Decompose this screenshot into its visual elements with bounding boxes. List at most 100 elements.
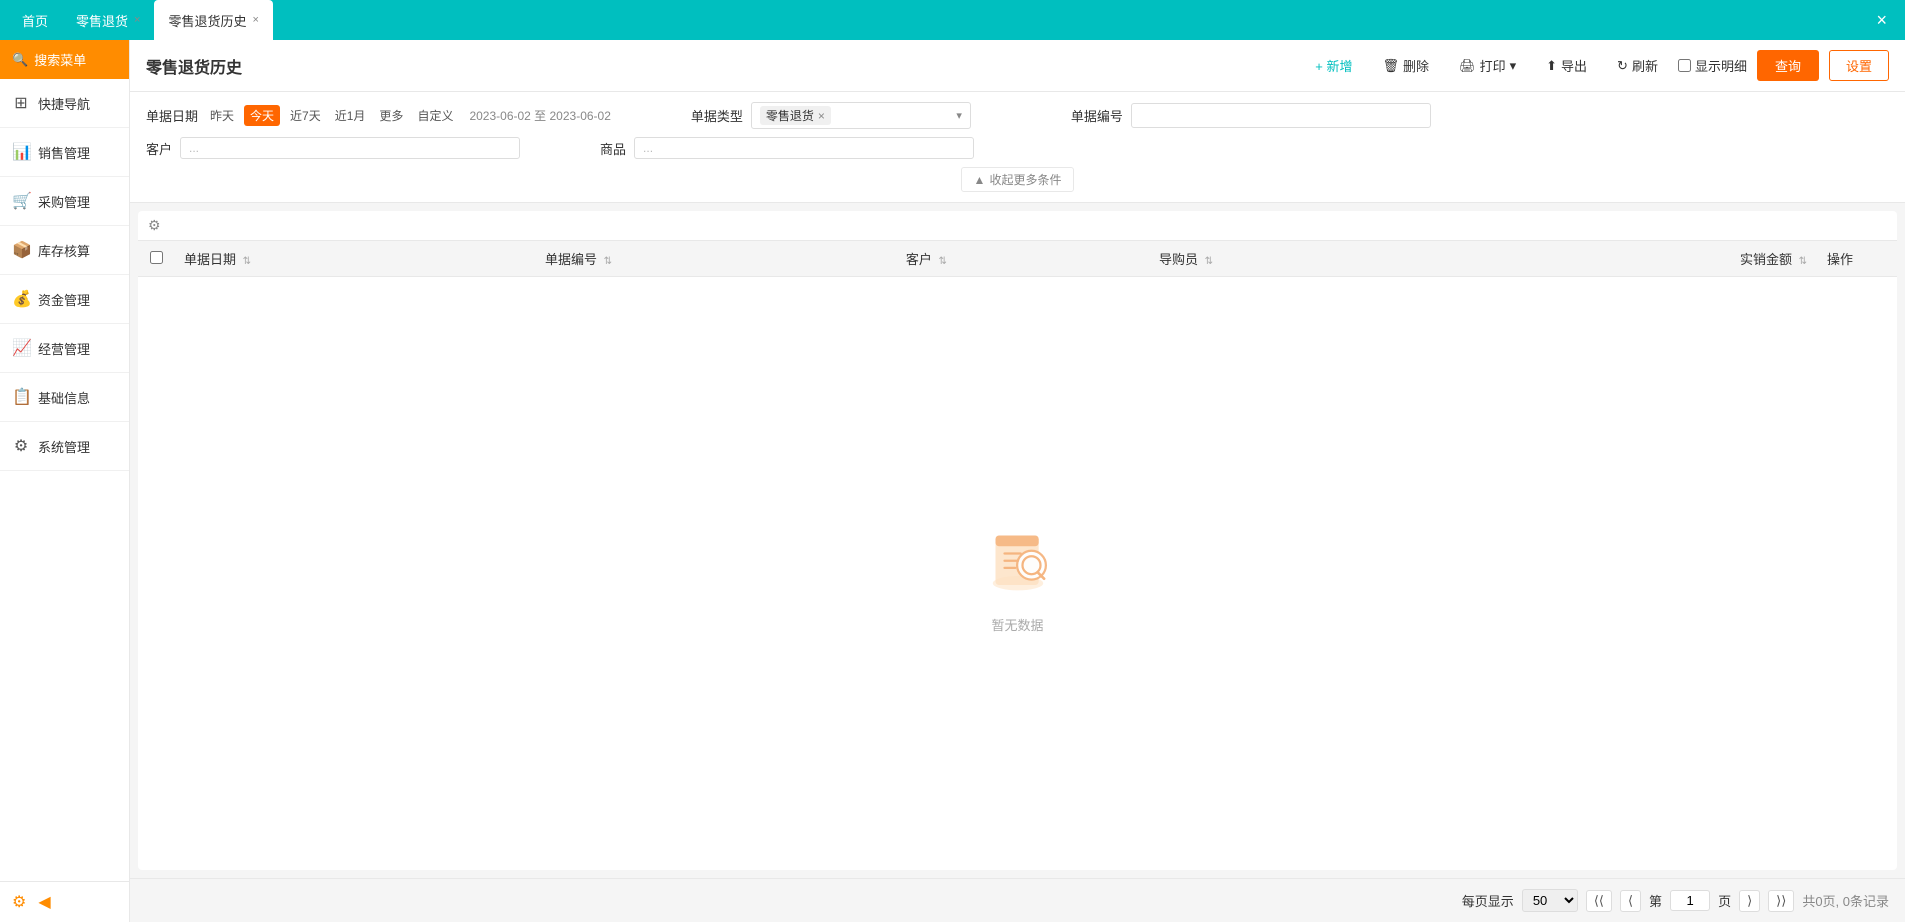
- quick-nav-icon: ⊞: [12, 93, 30, 113]
- type-filter-item: 单据类型 零售退货 × ▾: [691, 102, 971, 129]
- goods-filter-item: 商品 ...: [600, 137, 974, 159]
- collapse-icon: ▲: [974, 173, 986, 187]
- type-filter-label: 单据类型: [691, 106, 743, 125]
- sidebar-item-system[interactable]: ⚙ 系统管理: [0, 422, 129, 471]
- no-filter-input[interactable]: [1131, 103, 1431, 128]
- data-table: 单据日期 ⇅ 单据编号 ⇅ 客户 ⇅: [138, 241, 1897, 277]
- top-bar: 首页零售退货 × 零售退货历史 × ×: [0, 0, 1905, 40]
- show-detail-checkbox-label[interactable]: 显示明细: [1678, 56, 1747, 75]
- no-sort-icon[interactable]: ⇅: [604, 256, 612, 267]
- date-sort-icon[interactable]: ⇅: [243, 256, 251, 267]
- last-page-button[interactable]: ⟩⟩: [1768, 890, 1794, 912]
- delete-button[interactable]: 🗑 删除: [1373, 52, 1440, 79]
- date-option-yesterday[interactable]: 昨天: [206, 105, 238, 126]
- tab-close-return[interactable]: ×: [134, 14, 140, 26]
- sidebar-label-purchase: 采购管理: [38, 192, 90, 211]
- sales-icon: 📊: [12, 142, 30, 162]
- customer-sort-icon[interactable]: ⇅: [939, 256, 947, 267]
- customer-filter-select[interactable]: ...: [180, 137, 520, 159]
- sidebar-item-purchase[interactable]: 🛒 采购管理: [0, 177, 129, 226]
- sidebar-label-operation: 经营管理: [38, 339, 90, 358]
- show-detail-label: 显示明细: [1695, 56, 1747, 75]
- basic-icon: 📋: [12, 387, 30, 407]
- export-button[interactable]: ⬆ 导出: [1536, 52, 1597, 79]
- page-number-input[interactable]: [1670, 890, 1710, 911]
- sidebar-label-system: 系统管理: [38, 437, 90, 456]
- goods-filter-select[interactable]: ...: [634, 137, 974, 159]
- first-page-button[interactable]: ⟨⟨: [1586, 890, 1612, 912]
- date-option-last7[interactable]: 近7天: [286, 105, 325, 126]
- th-date: 单据日期 ⇅: [174, 241, 535, 277]
- tab-close-return-history[interactable]: ×: [252, 14, 258, 26]
- print-button[interactable]: 🖨 打印 ▾: [1449, 52, 1526, 79]
- sidebar-item-quick-nav[interactable]: ⊞ 快捷导航: [0, 79, 129, 128]
- collapse-button[interactable]: ▲ 收起更多条件: [961, 167, 1075, 192]
- type-filter-select[interactable]: 零售退货 × ▾: [751, 102, 971, 129]
- collapse-row: ▲ 收起更多条件: [146, 167, 1889, 192]
- th-amount: 实销金额 ⇅: [1456, 241, 1817, 277]
- date-filter-item: 单据日期 昨天 今天 近7天 近1月 更多 自定义 2023-06-02 至 2…: [146, 105, 611, 126]
- show-detail-checkbox[interactable]: [1678, 59, 1691, 72]
- sidebar-item-sales[interactable]: 📊 销售管理: [0, 128, 129, 177]
- toolbar: + 新增 🗑 删除 🖨 打印 ▾ ⬆ 导出 ↻ 刷新: [1305, 50, 1889, 81]
- date-option-today[interactable]: 今天: [244, 105, 280, 126]
- sidebar-search[interactable]: 🔍 搜索菜单: [0, 40, 129, 79]
- inventory-icon: 📦: [12, 240, 30, 260]
- page-text: 第: [1649, 891, 1662, 910]
- date-range-display: 2023-06-02 至 2023-06-02: [469, 107, 610, 124]
- finance-icon: 💰: [12, 289, 30, 309]
- print-dropdown-icon: ▾: [1510, 58, 1517, 74]
- date-filter-label: 单据日期: [146, 106, 198, 125]
- content-area: 零售退货历史 + 新增 🗑 删除 🖨 打印 ▾ ⬆ 导出 ↻: [130, 40, 1905, 922]
- collapse-label: 收起更多条件: [989, 171, 1061, 188]
- date-option-custom[interactable]: 自定义: [413, 105, 457, 126]
- table-settings-icon[interactable]: ⚙: [148, 217, 161, 234]
- tab-return[interactable]: 零售退货 ×: [62, 0, 154, 40]
- select-all-checkbox[interactable]: [150, 251, 163, 264]
- empty-state: 暂无数据: [138, 277, 1897, 870]
- operation-icon: 📈: [12, 338, 30, 358]
- page-label: 页: [1718, 891, 1731, 910]
- tab-return-history[interactable]: 零售退货历史 ×: [154, 0, 272, 40]
- tab-list: 首页零售退货 × 零售退货历史 ×: [8, 0, 1866, 40]
- goods-filter-label: 商品: [600, 139, 626, 158]
- date-filter-options: 昨天 今天 近7天 近1月 更多 自定义: [206, 105, 457, 126]
- table-area: ⚙ 单据日期 ⇅: [138, 211, 1897, 870]
- sidebar-item-basic[interactable]: 📋 基础信息: [0, 373, 129, 422]
- th-checkbox: [138, 241, 174, 277]
- amount-sort-icon[interactable]: ⇅: [1799, 256, 1807, 267]
- sidebar-item-operation[interactable]: 📈 经营管理: [0, 324, 129, 373]
- system-icon: ⚙: [12, 436, 30, 456]
- tab-label: 零售退货: [76, 11, 128, 30]
- guide-sort-icon[interactable]: ⇅: [1205, 256, 1213, 267]
- sidebar-item-finance[interactable]: 💰 资金管理: [0, 275, 129, 324]
- next-page-button[interactable]: ⟩: [1739, 890, 1760, 912]
- sidebar-label-sales: 销售管理: [38, 143, 90, 162]
- sidebar-label-basic: 基础信息: [38, 388, 90, 407]
- date-option-last-month[interactable]: 近1月: [331, 105, 370, 126]
- prev-page-button[interactable]: ⟨: [1620, 890, 1641, 912]
- window-close-button[interactable]: ×: [1866, 10, 1897, 31]
- sidebar-menu: ⊞ 快捷导航 📊 销售管理 🛒 采购管理 📦 库存核算 💰 资金管理 📈 经营管…: [0, 79, 129, 881]
- type-tag-remove[interactable]: ×: [818, 109, 825, 123]
- date-option-more[interactable]: 更多: [375, 105, 407, 126]
- page-size-label: 每页显示: [1462, 891, 1514, 910]
- customer-filter-label: 客户: [146, 139, 172, 158]
- refresh-button[interactable]: ↻ 刷新: [1607, 52, 1668, 79]
- th-customer: 客户 ⇅: [896, 241, 1149, 277]
- table-toolbar: ⚙: [138, 211, 1897, 241]
- volume-icon[interactable]: ◀: [38, 892, 50, 912]
- type-tag: 零售退货 ×: [760, 106, 831, 125]
- filter-area: 单据日期 昨天 今天 近7天 近1月 更多 自定义 2023-06-02 至 2…: [130, 92, 1905, 203]
- new-button[interactable]: + 新增: [1305, 52, 1362, 79]
- settings-icon[interactable]: ⚙: [12, 892, 26, 912]
- sidebar-bottom: ⚙ ◀: [0, 881, 129, 922]
- tab-label: 零售退货历史: [168, 11, 246, 30]
- no-filter-item: 单据编号: [1071, 103, 1431, 128]
- page-size-select[interactable]: 50 100 200: [1522, 889, 1578, 912]
- setting-button[interactable]: 设置: [1829, 50, 1889, 81]
- tab-home[interactable]: 首页: [8, 0, 62, 40]
- query-button[interactable]: 查询: [1757, 50, 1819, 81]
- type-dropdown-icon: ▾: [956, 109, 962, 122]
- sidebar-item-inventory[interactable]: 📦 库存核算: [0, 226, 129, 275]
